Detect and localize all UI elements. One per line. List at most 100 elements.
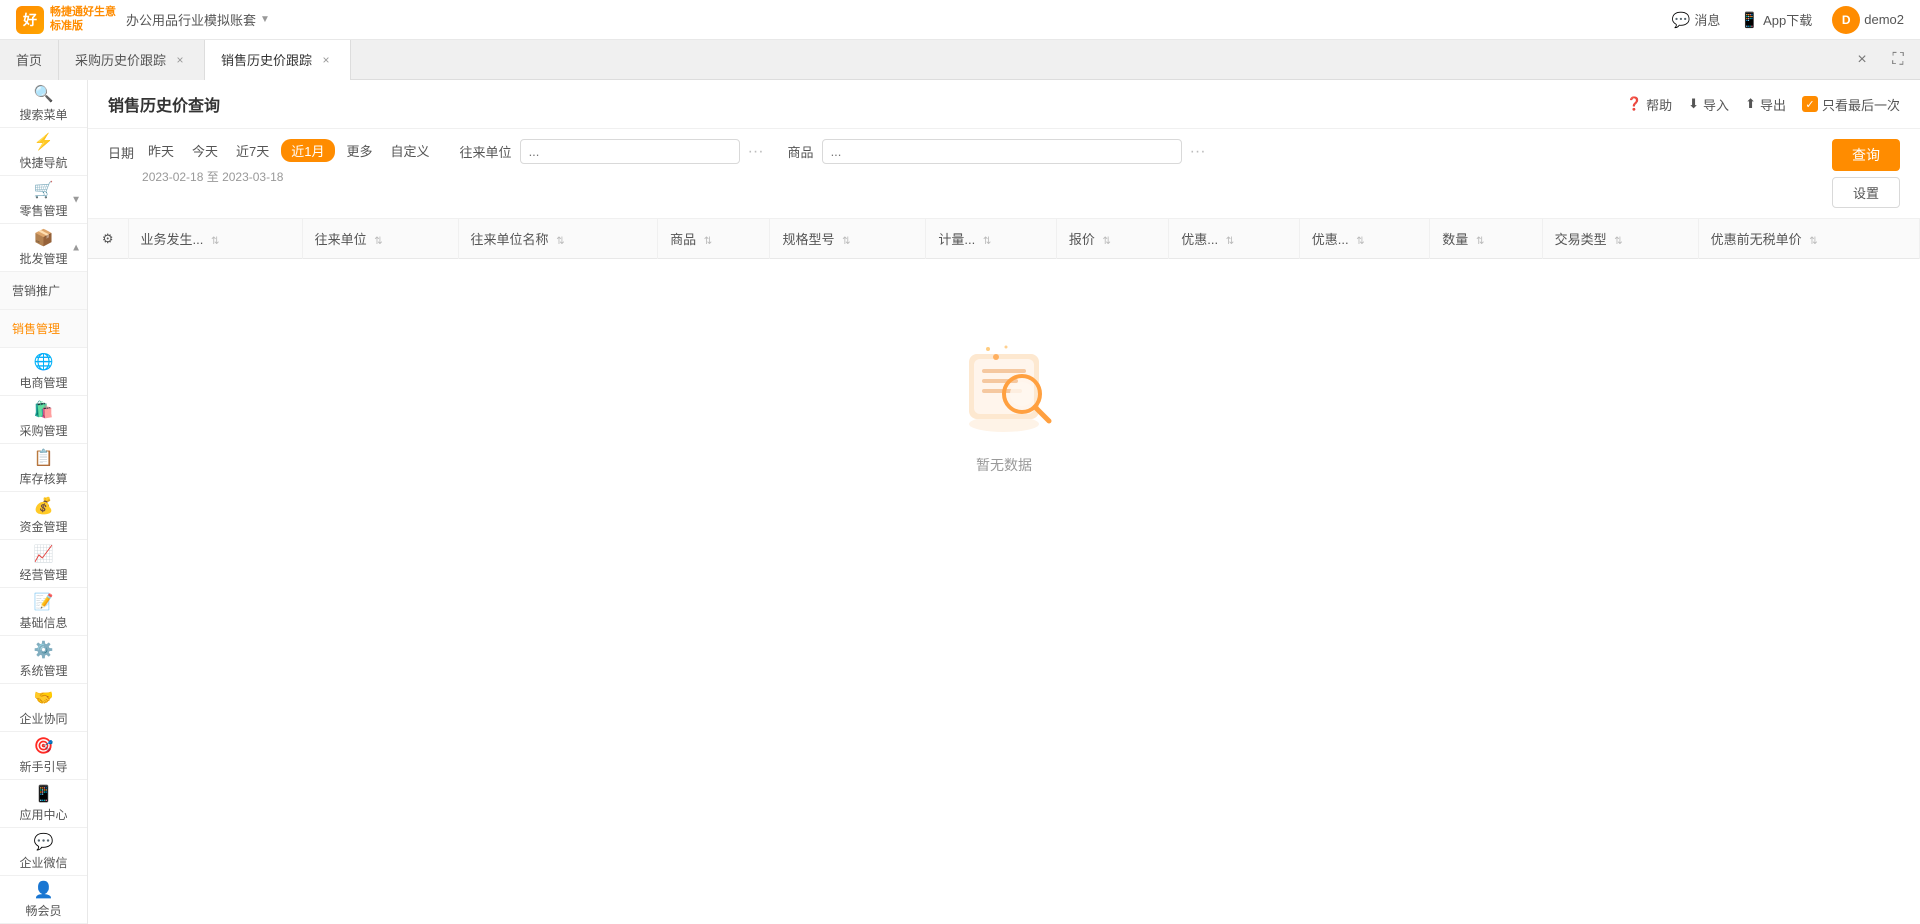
search-icon: 🔍 xyxy=(34,84,54,104)
sidebar-item-operations[interactable]: 📈 经营管理 xyxy=(0,540,87,588)
sidebar-item-basic-info[interactable]: 📝 基础信息 xyxy=(0,588,87,636)
col-biz-date-label: 业务发生... xyxy=(141,232,204,247)
logo-text: 畅捷通好生意 标准版 xyxy=(50,6,116,32)
sidebar-item-search-label: 搜索菜单 xyxy=(19,106,67,123)
col-quote[interactable]: 报价 ⇅ xyxy=(1056,219,1168,259)
goods-input[interactable] xyxy=(822,139,1182,164)
col-discount2-label: 优惠... xyxy=(1312,232,1349,247)
header-left: 好 畅捷通好生意 标准版 办公用品行业模拟账套 ▼ xyxy=(16,6,270,34)
close-icon[interactable]: × xyxy=(318,52,334,68)
date-options-container: 昨天 今天 近7天 近1月 更多 自定义 2023-02-18 至 2023-0… xyxy=(142,139,436,185)
col-goods-label: 商品 xyxy=(670,232,696,247)
sidebar-item-wechat-label: 企业微信 xyxy=(19,854,67,871)
partner-input[interactable] xyxy=(520,139,740,164)
sidebar-item-enterprise[interactable]: 🤝 企业协同 xyxy=(0,684,87,732)
sidebar-item-wechat[interactable]: 💬 企业微信 xyxy=(0,828,87,876)
finance-icon: 💰 xyxy=(34,496,54,516)
member-icon: 👤 xyxy=(34,880,54,900)
workspace-name: 办公用品行业模拟账套 xyxy=(126,10,256,29)
page-header: 销售历史价查询 ❓ 帮助 ⬇ 导入 ⬆ 导出 ✓ xyxy=(88,80,1920,129)
date-option-1month[interactable]: 近1月 xyxy=(281,139,334,162)
sidebar-item-ecommerce[interactable]: 🌐 电商管理 xyxy=(0,348,87,396)
sort-icon: ⇅ xyxy=(374,236,382,247)
app-download-button[interactable]: 📱 App下载 xyxy=(1740,10,1812,29)
col-unit-label: 计量... xyxy=(938,232,975,247)
date-option-more[interactable]: 更多 xyxy=(341,139,379,162)
sidebar-item-guide[interactable]: 🎯 新手引导 xyxy=(0,732,87,780)
content-area: 销售历史价查询 ❓ 帮助 ⬇ 导入 ⬆ 导出 ✓ xyxy=(88,80,1920,924)
col-biz-date[interactable]: 业务发生... ⇅ xyxy=(128,219,302,259)
message-button[interactable]: 💬 消息 xyxy=(1672,10,1721,29)
sort-icon: ⇅ xyxy=(1103,236,1111,247)
wechat-icon: 💬 xyxy=(34,832,54,852)
sort-icon: ⇅ xyxy=(556,236,564,247)
col-spec[interactable]: 规格型号 ⇅ xyxy=(770,219,926,259)
date-option-today[interactable]: 今天 xyxy=(186,139,224,162)
sidebar-item-system[interactable]: ⚙️ 系统管理 xyxy=(0,636,87,684)
wholesale-icon: 📦 xyxy=(34,228,54,248)
col-trade-type-label: 交易类型 xyxy=(1555,232,1607,247)
chevron-down-icon: ▼ xyxy=(260,14,270,25)
col-partner-code[interactable]: 往来单位 ⇅ xyxy=(302,219,458,259)
close-icon[interactable]: × xyxy=(172,52,188,68)
sidebar-item-retail-label: 零售管理 xyxy=(19,202,67,219)
partner-filter-group: 往来单位 ··· xyxy=(460,139,764,164)
date-option-custom[interactable]: 自定义 xyxy=(385,139,436,162)
user-menu-button[interactable]: D demo2 xyxy=(1832,6,1904,34)
export-label: 导出 xyxy=(1760,95,1786,114)
tab-sales-history-label: 销售历史价跟踪 xyxy=(221,50,312,69)
col-discount2[interactable]: 优惠... ⇅ xyxy=(1299,219,1430,259)
col-unit[interactable]: 计量... ⇅ xyxy=(926,219,1057,259)
goods-filter-group: 商品 ··· xyxy=(788,139,1206,164)
shortcut-icon: ⚡ xyxy=(34,132,54,152)
col-partner-name[interactable]: 往来单位名称 ⇅ xyxy=(458,219,658,259)
sidebar-item-wholesale[interactable]: 📦 批发管理 ▲ xyxy=(0,224,87,272)
tab-sales-history[interactable]: 销售历史价跟踪 × xyxy=(205,40,351,80)
enterprise-icon: 🤝 xyxy=(34,688,54,708)
sort-icon: ⇅ xyxy=(1614,236,1622,247)
sidebar-item-search[interactable]: 🔍 搜索菜单 xyxy=(0,80,87,128)
help-icon: ❓ xyxy=(1626,96,1642,112)
sort-icon: ⇅ xyxy=(704,236,712,247)
col-goods[interactable]: 商品 ⇅ xyxy=(658,219,770,259)
col-qty[interactable]: 数量 ⇅ xyxy=(1430,219,1542,259)
sidebar-item-sales-mgmt[interactable]: 销售管理 xyxy=(0,310,87,348)
sidebar-item-purchase[interactable]: 🛍️ 采购管理 xyxy=(0,396,87,444)
empty-state: 暂无数据 xyxy=(88,259,1920,555)
date-options: 昨天 今天 近7天 近1月 更多 自定义 xyxy=(142,139,436,162)
import-button[interactable]: ⬇ 导入 xyxy=(1688,95,1729,114)
fullscreen-button[interactable]: ⛶ xyxy=(1884,46,1912,74)
sidebar-item-app-center[interactable]: 📱 应用中心 xyxy=(0,780,87,828)
date-option-yesterday[interactable]: 昨天 xyxy=(142,139,180,162)
avatar: D xyxy=(1832,6,1860,34)
date-option-7days[interactable]: 近7天 xyxy=(230,139,275,162)
col-trade-type[interactable]: 交易类型 ⇅ xyxy=(1542,219,1698,259)
page-title: 销售历史价查询 xyxy=(108,92,220,116)
tab-home[interactable]: 首页 xyxy=(0,40,59,80)
tab-home-label: 首页 xyxy=(16,50,42,69)
col-settings[interactable]: ⚙ xyxy=(88,219,128,259)
sidebar-item-finance[interactable]: 💰 资金管理 xyxy=(0,492,87,540)
sidebar-item-marketing[interactable]: 营销推广 xyxy=(0,272,87,310)
export-button[interactable]: ⬆ 导出 xyxy=(1745,95,1786,114)
sidebar-item-member[interactable]: 👤 畅会员 xyxy=(0,876,87,924)
partner-expand-icon[interactable]: ··· xyxy=(748,143,764,161)
sidebar-item-enterprise-label: 企业协同 xyxy=(19,710,67,727)
col-discount1[interactable]: 优惠... ⇅ xyxy=(1169,219,1300,259)
only-last-label: 只看最后一次 xyxy=(1822,95,1900,114)
goods-expand-icon[interactable]: ··· xyxy=(1190,143,1206,161)
only-last-checkbox[interactable]: ✓ xyxy=(1802,96,1818,112)
workspace-selector[interactable]: 办公用品行业模拟账套 ▼ xyxy=(126,10,270,29)
app-center-icon: 📱 xyxy=(34,784,54,804)
col-pre-tax-price[interactable]: 优惠前无税单价 ⇅ xyxy=(1698,219,1919,259)
help-button[interactable]: ❓ 帮助 xyxy=(1626,95,1672,114)
tab-purchase-history[interactable]: 采购历史价跟踪 × xyxy=(59,40,205,80)
col-pre-tax-price-label: 优惠前无税单价 xyxy=(1711,232,1802,247)
top-header: 好 畅捷通好生意 标准版 办公用品行业模拟账套 ▼ 💬 消息 📱 App下载 D… xyxy=(0,0,1920,40)
settings-button[interactable]: 设置 xyxy=(1832,177,1900,208)
sidebar-item-shortcut[interactable]: ⚡ 快捷导航 xyxy=(0,128,87,176)
query-button[interactable]: 查询 xyxy=(1832,139,1900,171)
close-all-tabs-button[interactable]: × xyxy=(1848,46,1876,74)
sidebar-item-inventory[interactable]: 📋 库存核算 xyxy=(0,444,87,492)
sidebar-item-retail[interactable]: 🛒 零售管理 ▼ xyxy=(0,176,87,224)
